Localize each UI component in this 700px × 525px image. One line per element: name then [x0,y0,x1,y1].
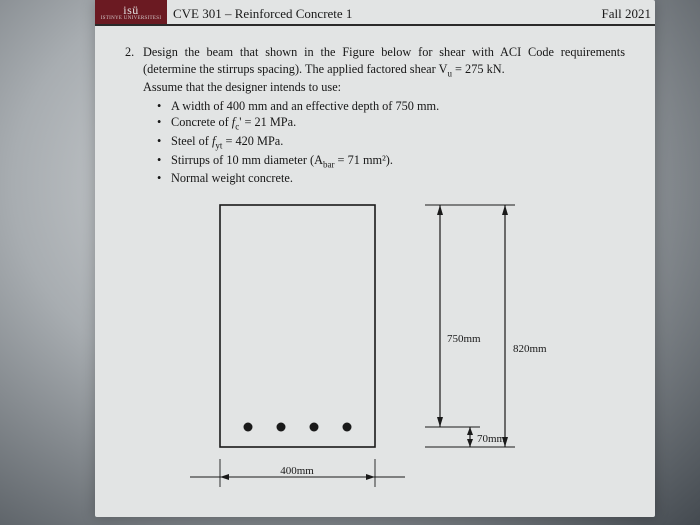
bullet-item: Concrete of fc' = 21 MPa. [157,114,625,133]
depth-dim-label: 750mm [447,333,481,345]
rebar-dot [277,422,286,431]
page: isü İSTİNYE ÜNİVERSİTESİ CVE 301 – Reinf… [95,0,655,517]
width-dim-label: 400mm [280,465,314,477]
rebar-dot [310,422,319,431]
beam-figure: 400mm 750mm 820mm 70 [125,197,625,497]
rebar-dot [244,422,253,431]
question-lead: Design the beam that shown in the Figure… [143,45,625,76]
question-lead2: = 275 kN. [452,62,505,76]
beam-section [220,205,375,447]
logo-text: isü [123,4,139,16]
bullet-item: Steel of fyt = 420 MPa. [157,133,625,152]
header-bar: isü İSTİNYE ÜNİVERSİTESİ CVE 301 – Reinf… [95,0,655,26]
rebar-dot [343,422,352,431]
university-logo: isü İSTİNYE ÜNİVERSİTESİ [95,0,167,24]
bullet-list: A width of 400 mm and an effective depth… [143,96,625,187]
bullet-item: A width of 400 mm and an effective depth… [157,98,625,115]
question-text: Design the beam that shown in the Figure… [143,44,625,187]
logo-subtext: İSTİNYE ÜNİVERSİTESİ [101,16,162,21]
bullet-item: Stirrups of 10 mm diameter (Abar = 71 mm… [157,152,625,171]
content-area: 2. Design the beam that shown in the Fig… [95,26,655,497]
question-number: 2. [125,44,143,187]
course-title: CVE 301 – Reinforced Concrete 1 [167,0,602,24]
assume-line: Assume that the designer intends to use: [143,80,341,94]
cover-dim-label: 70mm [477,433,506,445]
term-label: Fall 2021 [602,0,655,24]
bullet-item: Normal weight concrete. [157,170,625,187]
question-block: 2. Design the beam that shown in the Fig… [125,44,625,187]
figure-wrap: 400mm 750mm 820mm 70 [125,197,625,497]
height-dim-label: 820mm [513,343,547,355]
